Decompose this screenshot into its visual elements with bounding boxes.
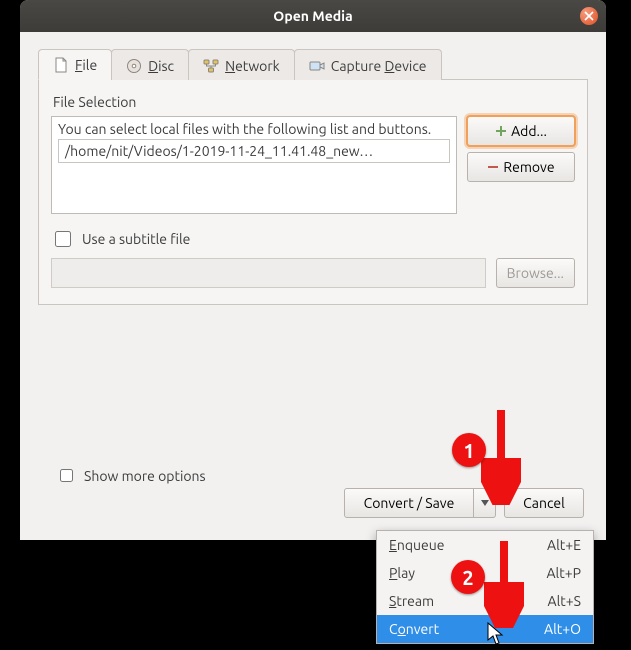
annotation-arrow-1 — [481, 405, 521, 505]
menu-accel: Alt+O — [544, 621, 581, 637]
menu-accel: Alt+E — [547, 537, 581, 553]
file-entry[interactable]: /home/nit/Videos/1-2019-11-24_11.41.48_n… — [58, 139, 450, 163]
file-help-text: You can select local files with the foll… — [58, 121, 450, 137]
menu-accel: Alt+P — [546, 565, 581, 581]
show-more-label: Show more options — [84, 468, 206, 484]
convert-save-button[interactable]: Convert / Save — [344, 488, 474, 518]
disc-icon — [126, 58, 142, 74]
annotation-badge-2: 2 — [451, 560, 485, 594]
remove-button[interactable]: Remove — [467, 152, 575, 182]
file-selection-label: File Selection — [53, 94, 575, 110]
add-button[interactable]: Add... — [467, 116, 575, 146]
annotation-arrow-2 — [484, 536, 524, 628]
subtitle-checkbox[interactable] — [55, 231, 71, 247]
tab-capture[interactable]: Capture Device — [294, 49, 442, 80]
titlebar: Open Media — [20, 0, 606, 32]
file-panel: File Selection You can select local file… — [38, 80, 588, 305]
tab-disc-label: Disc — [148, 58, 174, 74]
subtitle-path-input — [51, 258, 486, 288]
tab-network-label: Network — [225, 58, 280, 74]
minus-icon — [487, 161, 499, 173]
annotation-badge-1: 1 — [452, 433, 486, 467]
show-more-checkbox[interactable] — [60, 469, 73, 482]
file-list[interactable]: You can select local files with the foll… — [51, 116, 457, 214]
subtitle-checkbox-row[interactable]: Use a subtitle file — [51, 228, 575, 250]
close-icon[interactable] — [580, 7, 598, 25]
plus-icon — [495, 125, 507, 137]
show-more-row[interactable]: Show more options — [56, 466, 206, 485]
browse-button: Browse... — [496, 258, 575, 288]
network-icon — [203, 58, 219, 74]
menu-accel: Alt+S — [547, 593, 581, 609]
subtitle-checkbox-label: Use a subtitle file — [82, 231, 190, 247]
tab-disc[interactable]: Disc — [111, 49, 189, 80]
cursor-icon — [487, 622, 505, 646]
convert-save-splitbutton[interactable]: Convert / Save — [344, 488, 496, 518]
tab-file-label: File — [75, 57, 97, 73]
tab-network[interactable]: Network — [188, 49, 295, 80]
tab-bar: File Disc Network — [38, 48, 588, 80]
tab-capture-label: Capture Device — [331, 58, 427, 74]
capture-icon — [309, 58, 325, 74]
window-title: Open Media — [273, 8, 352, 24]
tab-file[interactable]: File — [38, 49, 112, 80]
file-icon — [53, 57, 69, 73]
